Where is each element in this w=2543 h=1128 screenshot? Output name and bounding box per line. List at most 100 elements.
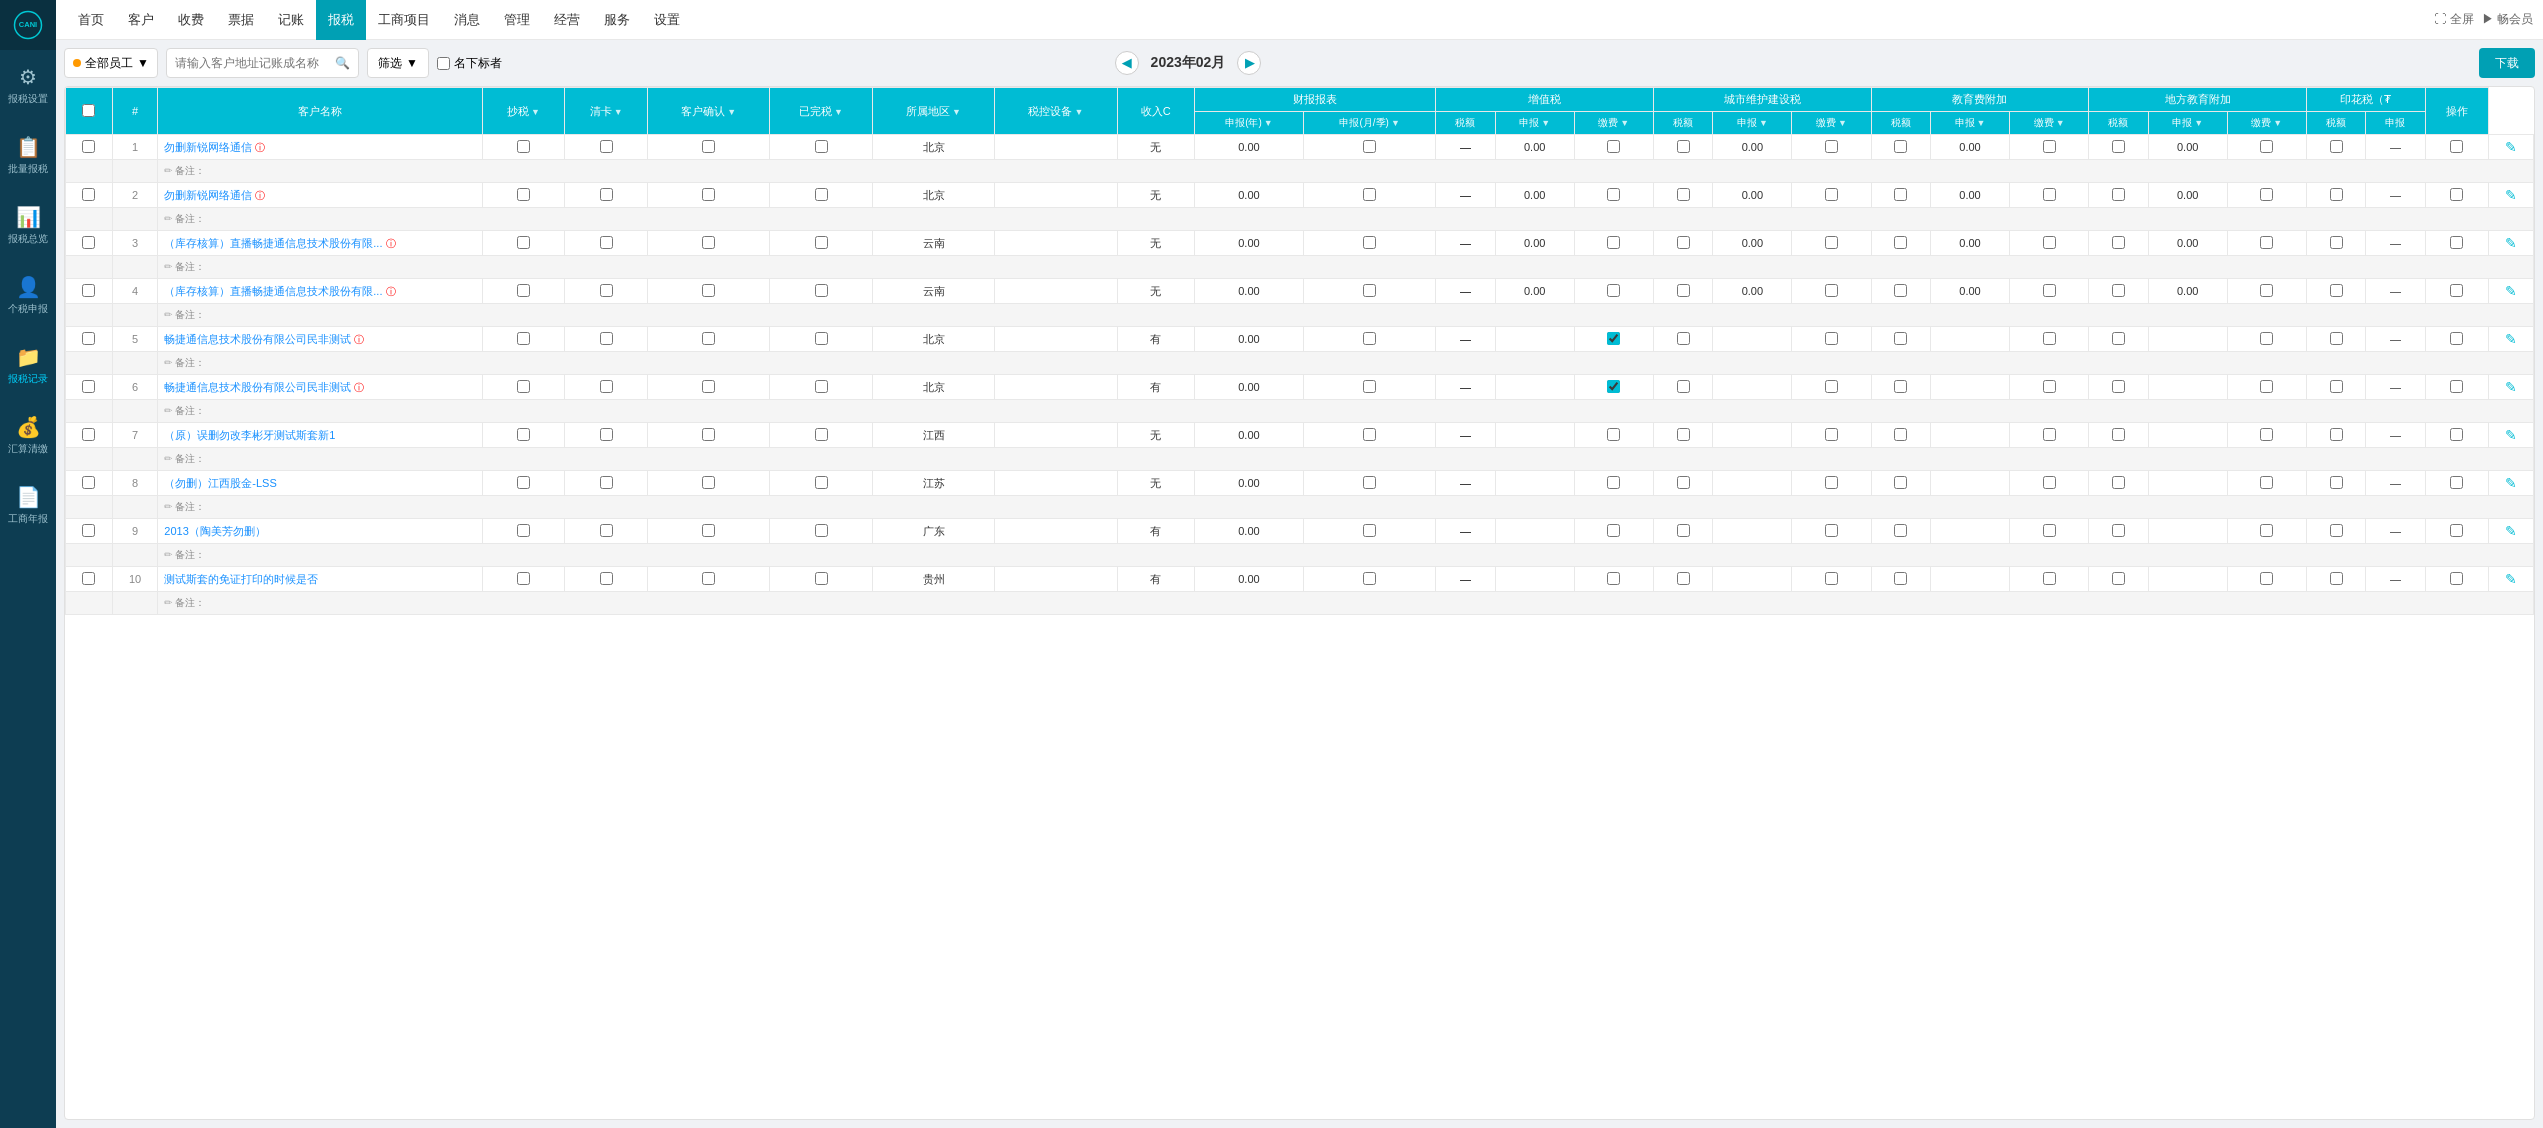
- jiaoyu-apply-checkbox[interactable]: [2043, 380, 2056, 393]
- edit-action-icon[interactable]: ✎: [2505, 331, 2517, 347]
- sidebar-item-baoshuishezhi[interactable]: ⚙ 报税设置: [0, 50, 56, 120]
- chengshi-apply-checkbox[interactable]: [1825, 524, 1838, 537]
- chaoshui-checkbox[interactable]: [517, 188, 530, 201]
- jiaoyu-pay-checkbox[interactable]: [2112, 188, 2125, 201]
- zengzhi-apply-checkbox[interactable]: [1607, 524, 1620, 537]
- zengzhi-apply-checkbox[interactable]: [1607, 572, 1620, 585]
- nav-home[interactable]: 首页: [66, 0, 116, 40]
- sidebar-item-geshuishenba[interactable]: 👤 个税申报: [0, 260, 56, 330]
- yinshua-apply-checkbox[interactable]: [2450, 332, 2463, 345]
- row-checkbox[interactable]: [82, 140, 95, 153]
- nav-shezhi[interactable]: 设置: [642, 0, 692, 40]
- chaoshui-checkbox[interactable]: [517, 380, 530, 393]
- qingka-checkbox[interactable]: [600, 332, 613, 345]
- zengzhi-pay-checkbox[interactable]: [1677, 572, 1690, 585]
- row-checkbox[interactable]: [82, 188, 95, 201]
- chaoshui-checkbox[interactable]: [517, 476, 530, 489]
- row-company-name[interactable]: （库存核算）直播畅捷通信息技术股份有限... ⓘ: [158, 279, 482, 304]
- edit-action-icon[interactable]: ✎: [2505, 139, 2517, 155]
- chengshi-apply-checkbox[interactable]: [1825, 572, 1838, 585]
- zengzhi-apply-checkbox[interactable]: [1607, 284, 1620, 297]
- zengzhi-pay-checkbox[interactable]: [1677, 332, 1690, 345]
- caibao-annual-checkbox[interactable]: [1363, 476, 1376, 489]
- confirm-checkbox[interactable]: [702, 428, 715, 441]
- row-company-name[interactable]: 畅捷通信息技术股份有限公司民非测试 ⓘ: [158, 375, 482, 400]
- select-all-checkbox[interactable]: [82, 104, 95, 117]
- member-btn[interactable]: ▶ 畅会员: [2482, 11, 2533, 28]
- jiaoyu-apply-checkbox[interactable]: [2043, 188, 2056, 201]
- row-checkbox[interactable]: [82, 236, 95, 249]
- zengzhi-apply-checkbox[interactable]: [1607, 380, 1620, 393]
- zengzhi-pay-checkbox[interactable]: [1677, 284, 1690, 297]
- filter-button[interactable]: 筛选 ▼: [367, 48, 429, 78]
- confirm-checkbox[interactable]: [702, 476, 715, 489]
- chaoshui-checkbox[interactable]: [517, 236, 530, 249]
- chengshi-pay-checkbox[interactable]: [1894, 188, 1907, 201]
- chengshi-apply-checkbox[interactable]: [1825, 236, 1838, 249]
- jiaoyu-pay-checkbox[interactable]: [2112, 284, 2125, 297]
- row-checkbox[interactable]: [82, 284, 95, 297]
- difang-pay-checkbox[interactable]: [2330, 188, 2343, 201]
- row-checkbox[interactable]: [82, 572, 95, 585]
- jiaoyu-apply-checkbox[interactable]: [2043, 332, 2056, 345]
- confirm-checkbox[interactable]: [702, 332, 715, 345]
- jiaoyu-pay-checkbox[interactable]: [2112, 476, 2125, 489]
- wanshui-checkbox[interactable]: [815, 188, 828, 201]
- chengshi-pay-checkbox[interactable]: [1894, 428, 1907, 441]
- yinshua-apply-checkbox[interactable]: [2450, 380, 2463, 393]
- confirm-checkbox[interactable]: [702, 284, 715, 297]
- qingka-checkbox[interactable]: [600, 284, 613, 297]
- nav-jingying[interactable]: 经营: [542, 0, 592, 40]
- chengshi-pay-checkbox[interactable]: [1894, 572, 1907, 585]
- chengshi-apply-checkbox[interactable]: [1825, 140, 1838, 153]
- chengshi-apply-checkbox[interactable]: [1825, 332, 1838, 345]
- edit-action-icon[interactable]: ✎: [2505, 427, 2517, 443]
- chengshi-pay-checkbox[interactable]: [1894, 140, 1907, 153]
- jiaoyu-apply-checkbox[interactable]: [2043, 284, 2056, 297]
- wanshui-checkbox[interactable]: [815, 380, 828, 393]
- pencil-icon[interactable]: ✏: [164, 597, 172, 608]
- row-checkbox[interactable]: [82, 332, 95, 345]
- edit-action-icon[interactable]: ✎: [2505, 235, 2517, 251]
- difang-pay-checkbox[interactable]: [2330, 140, 2343, 153]
- row-company-name[interactable]: （原）误删勿改李彬牙测试斯套新1: [158, 423, 482, 448]
- wanshui-checkbox[interactable]: [815, 524, 828, 537]
- yinshua-apply-checkbox[interactable]: [2450, 236, 2463, 249]
- caibao-annual-checkbox[interactable]: [1363, 428, 1376, 441]
- jiaoyu-pay-checkbox[interactable]: [2112, 524, 2125, 537]
- yinshua-apply-checkbox[interactable]: [2450, 572, 2463, 585]
- wanshui-checkbox[interactable]: [815, 476, 828, 489]
- row-company-name[interactable]: （库存核算）直播畅捷通信息技术股份有限... ⓘ: [158, 231, 482, 256]
- zengzhi-pay-checkbox[interactable]: [1677, 476, 1690, 489]
- nav-baoshui[interactable]: 报税: [316, 0, 366, 40]
- chaoshui-checkbox[interactable]: [517, 572, 530, 585]
- zengzhi-pay-checkbox[interactable]: [1677, 428, 1690, 441]
- zengzhi-apply-checkbox[interactable]: [1607, 332, 1620, 345]
- chengshi-pay-checkbox[interactable]: [1894, 380, 1907, 393]
- nav-gongshang[interactable]: 工商项目: [366, 0, 442, 40]
- pencil-icon[interactable]: ✏: [164, 357, 172, 368]
- chengshi-apply-checkbox[interactable]: [1825, 476, 1838, 489]
- jiaoyu-pay-checkbox[interactable]: [2112, 572, 2125, 585]
- pencil-icon[interactable]: ✏: [164, 549, 172, 560]
- sidebar-item-baoshuijilu[interactable]: 📁 报税记录: [0, 330, 56, 400]
- chaoshui-checkbox[interactable]: [517, 428, 530, 441]
- zengzhi-apply-checkbox[interactable]: [1607, 236, 1620, 249]
- qingka-checkbox[interactable]: [600, 572, 613, 585]
- row-checkbox[interactable]: [82, 428, 95, 441]
- difang-apply-checkbox[interactable]: [2260, 284, 2273, 297]
- chengshi-apply-checkbox[interactable]: [1825, 428, 1838, 441]
- difang-pay-checkbox[interactable]: [2330, 524, 2343, 537]
- jiaoyu-apply-checkbox[interactable]: [2043, 476, 2056, 489]
- qingka-checkbox[interactable]: [600, 524, 613, 537]
- chengshi-pay-checkbox[interactable]: [1894, 524, 1907, 537]
- row-company-name[interactable]: 2013（陶美芳勿删）: [158, 519, 482, 544]
- jiaoyu-apply-checkbox[interactable]: [2043, 524, 2056, 537]
- pencil-icon[interactable]: ✏: [164, 165, 172, 176]
- difang-pay-checkbox[interactable]: [2330, 380, 2343, 393]
- nav-shoufei[interactable]: 收费: [166, 0, 216, 40]
- confirm-checkbox[interactable]: [702, 524, 715, 537]
- chaoshui-checkbox[interactable]: [517, 284, 530, 297]
- zengzhi-pay-checkbox[interactable]: [1677, 236, 1690, 249]
- nav-customer[interactable]: 客户: [116, 0, 166, 40]
